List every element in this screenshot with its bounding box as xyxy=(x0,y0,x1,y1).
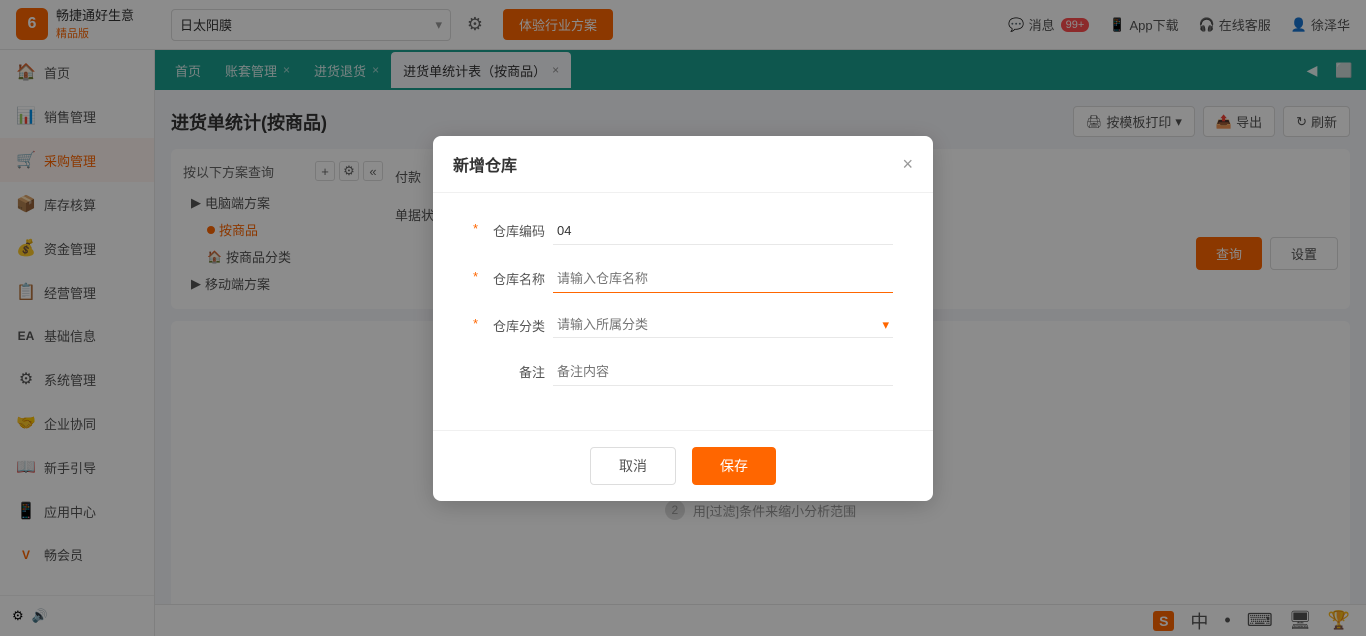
code-input[interactable] xyxy=(553,217,893,245)
remark-label: 备注 xyxy=(473,362,553,381)
category-label: 仓库分类 xyxy=(473,316,553,335)
remark-input[interactable] xyxy=(553,358,893,386)
dialog-row-code: 仓库编码 xyxy=(473,217,893,245)
name-input[interactable] xyxy=(553,265,893,293)
dialog-footer: 取消 保存 xyxy=(433,430,933,501)
category-select[interactable]: ▾ xyxy=(553,313,893,338)
dialog-row-category: 仓库分类 ▾ xyxy=(473,313,893,338)
save-btn[interactable]: 保存 xyxy=(692,447,776,485)
dialog-row-name: 仓库名称 xyxy=(473,265,893,293)
cancel-btn[interactable]: 取消 xyxy=(590,447,676,485)
dialog-header: 新增仓库 × xyxy=(433,136,933,193)
new-warehouse-dialog: 新增仓库 × 仓库编码 仓库名称 仓库分类 ▾ xyxy=(433,136,933,501)
dialog-row-remark: 备注 xyxy=(473,358,893,386)
modal-overlay: 新增仓库 × 仓库编码 仓库名称 仓库分类 ▾ xyxy=(0,0,1366,636)
category-dropdown-icon: ▾ xyxy=(882,317,889,333)
category-input[interactable] xyxy=(557,317,882,332)
dialog-body: 仓库编码 仓库名称 仓库分类 ▾ 备注 xyxy=(433,193,933,430)
name-label: 仓库名称 xyxy=(473,269,553,288)
dialog-title: 新增仓库 xyxy=(453,152,517,176)
code-label: 仓库编码 xyxy=(473,221,553,240)
dialog-close-btn[interactable]: × xyxy=(902,155,913,173)
